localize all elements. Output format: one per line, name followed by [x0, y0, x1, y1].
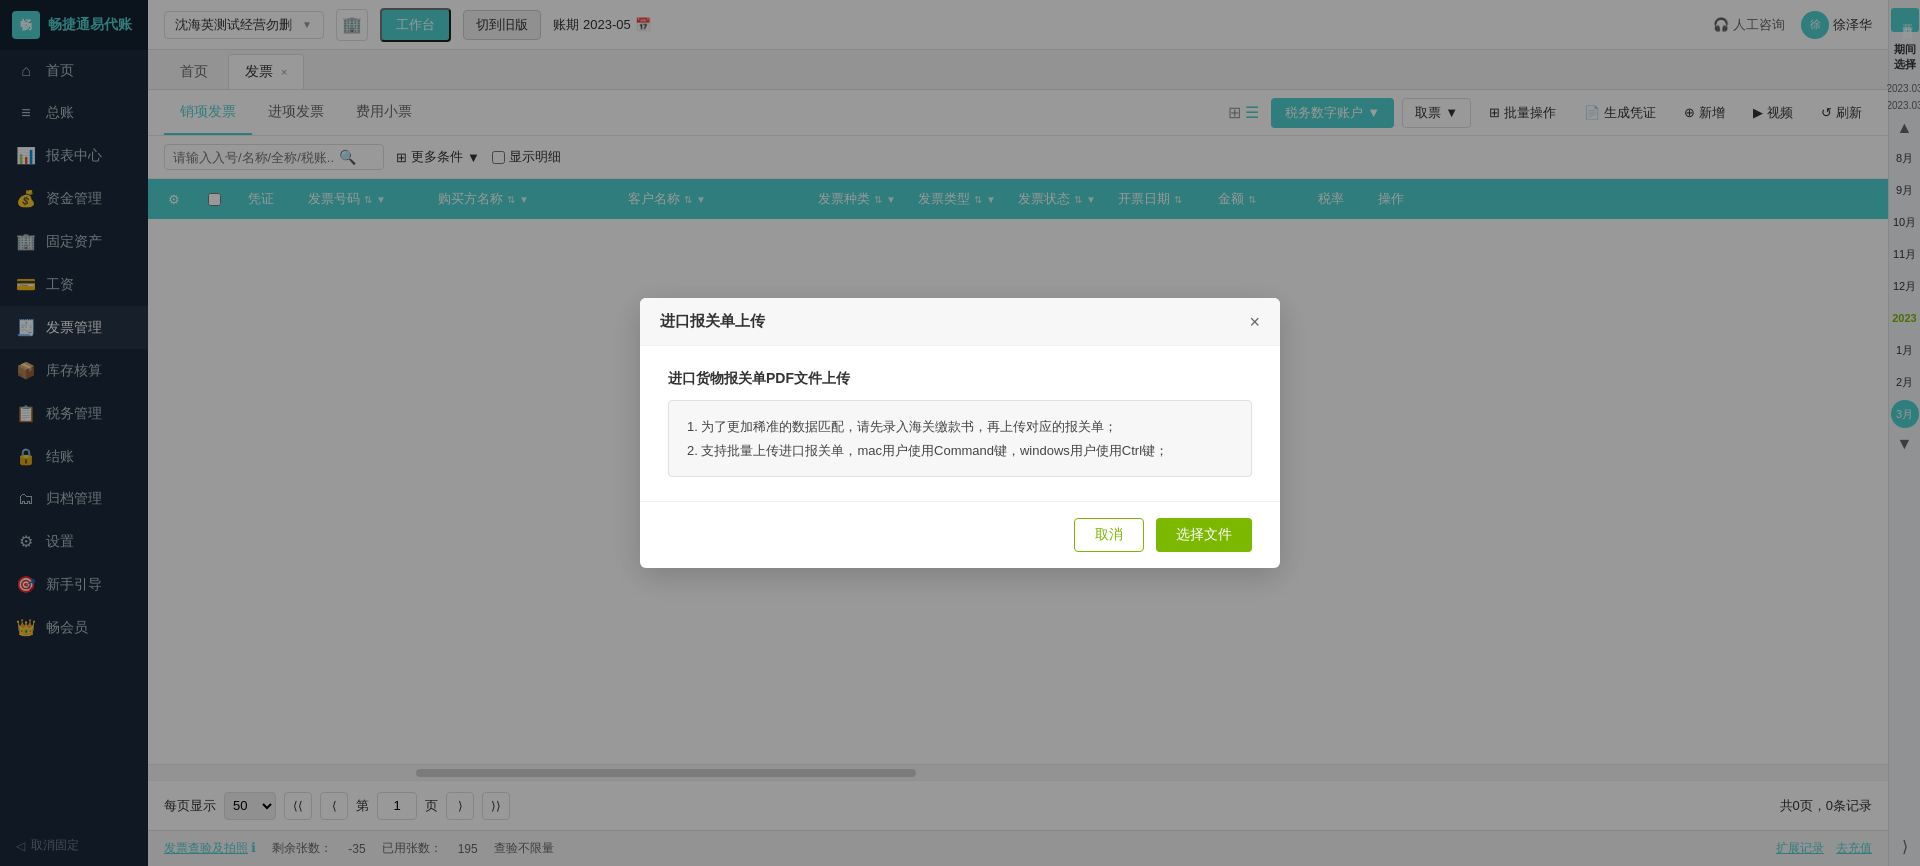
- dialog-body: 进口货物报关单PDF文件上传 1. 为了更加稀准的数据匹配，请先录入海关缴款书，…: [640, 346, 1280, 501]
- notice-line-2: 2. 支持批量上传进口报关单，mac用户使用Command键，windows用户…: [687, 439, 1233, 462]
- dialog-title: 进口报关单上传: [660, 312, 765, 331]
- dialog-header: 进口报关单上传 ×: [640, 298, 1280, 346]
- upload-section-title: 进口货物报关单PDF文件上传: [668, 370, 1252, 388]
- dialog-notice: 1. 为了更加稀准的数据匹配，请先录入海关缴款书，再上传对应的报关单； 2. 支…: [668, 400, 1252, 477]
- dialog-overlay: 进口报关单上传 × 进口货物报关单PDF文件上传 1. 为了更加稀准的数据匹配，…: [0, 0, 1920, 866]
- cancel-button[interactable]: 取消: [1074, 518, 1144, 552]
- notice-line-1: 1. 为了更加稀准的数据匹配，请先录入海关缴款书，再上传对应的报关单；: [687, 415, 1233, 438]
- dialog: 进口报关单上传 × 进口货物报关单PDF文件上传 1. 为了更加稀准的数据匹配，…: [640, 298, 1280, 568]
- dialog-footer: 取消 选择文件: [640, 501, 1280, 568]
- select-file-button[interactable]: 选择文件: [1156, 518, 1252, 552]
- dialog-close-button[interactable]: ×: [1249, 313, 1260, 331]
